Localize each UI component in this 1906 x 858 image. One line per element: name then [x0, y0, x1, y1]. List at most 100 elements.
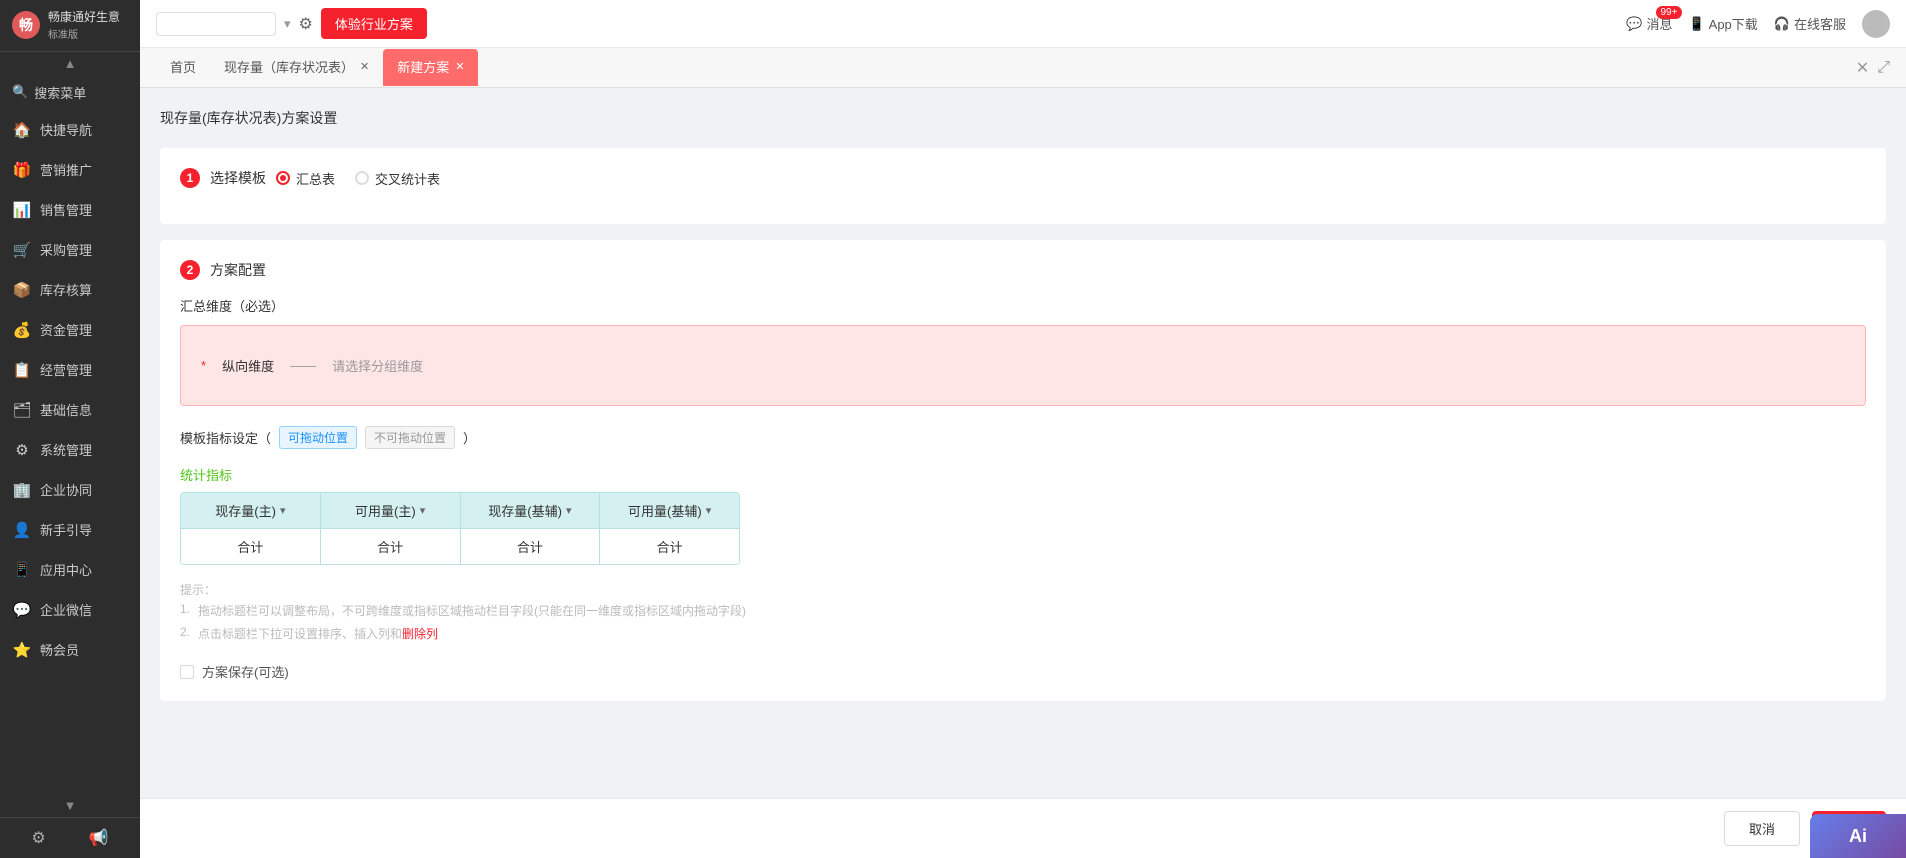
topbar-left: ▾ ⚙ 体验行业方案: [156, 8, 1616, 39]
sidebar-item-label: 资金管理: [40, 320, 92, 339]
radio-summary-dot: [276, 171, 290, 185]
step2-title: 方案配置: [210, 260, 266, 280]
dimension-area[interactable]: * 纵向维度 —— 请选择分组维度: [180, 325, 1866, 406]
mobile-icon: 📱: [12, 560, 32, 580]
cancel-button[interactable]: 取消: [1724, 811, 1800, 846]
sidebar-item-enterprise[interactable]: 🏢 企业协同: [0, 470, 140, 510]
summary-dimension-label: 汇总维度（必选）: [180, 296, 1866, 315]
user-icon: 👤: [12, 520, 32, 540]
template-radio-group: 汇总表 交叉统计表: [276, 169, 440, 188]
industry-btn[interactable]: 体验行业方案: [321, 8, 427, 39]
tab-inventory-status[interactable]: 现存量（库存状况表） ✕: [210, 49, 383, 86]
stats-section: 统计指标 现存量(主) ▾ 合计: [180, 465, 1866, 565]
tab-new-scheme-close-icon[interactable]: ✕: [455, 60, 464, 73]
sidebar-search[interactable]: 🔍 搜索菜单: [0, 75, 140, 110]
user-avatar[interactable]: [1862, 10, 1890, 38]
tab-inventory-close-icon[interactable]: ✕: [360, 60, 369, 73]
draggable-badge: 可拖动位置: [279, 426, 357, 449]
sidebar-item-label: 系统管理: [40, 440, 92, 459]
cart-icon: 🛒: [12, 240, 32, 260]
topbar-gear-icon[interactable]: ⚙: [299, 14, 313, 34]
app-label: App下载: [1709, 14, 1758, 33]
radio-summary[interactable]: 汇总表: [276, 169, 335, 188]
radio-crosstab[interactable]: 交叉统计表: [355, 169, 440, 188]
tab-inventory-status-label: 现存量（库存状况表）: [224, 57, 354, 76]
topbar-message[interactable]: 💬 消息 99+: [1626, 14, 1672, 33]
step2-card: 2 方案配置 汇总维度（必选） * 纵向维度 —— 请选择分组维度 模板指标设定…: [160, 240, 1886, 701]
step2-header: 2 方案配置: [180, 260, 1866, 280]
save-option: 方案保存(可选): [180, 662, 1866, 681]
topbar-right: 💬 消息 99+ 📱 App下载 🎧 在线客服: [1626, 10, 1890, 38]
topbar-online-service[interactable]: 🎧 在线客服: [1774, 14, 1846, 33]
tip-1: 1. 拖动标题栏可以调整布局，不可跨维度或指标区域拖动栏目字段(只能在同一维度或…: [180, 602, 1866, 619]
dropdown-icon[interactable]: ▾: [284, 16, 291, 32]
sidebar-item-label: 企业协同: [40, 480, 92, 499]
stats-col-1-label: 现存量(主): [215, 501, 276, 520]
step1-title: 选择模板: [210, 168, 266, 188]
sidebar-item-label: 库存核算: [40, 280, 92, 299]
save-checkbox[interactable]: [180, 665, 194, 679]
sidebar-item-wechat[interactable]: 💬 企业微信: [0, 590, 140, 630]
step1-badge: 1: [180, 168, 200, 188]
tips-section: 提示： 1. 拖动标题栏可以调整布局，不可跨维度或指标区域拖动栏目字段(只能在同…: [180, 581, 1866, 642]
logo-badge: 标准版: [48, 26, 120, 41]
sidebar-item-quick-nav[interactable]: 🏠 快捷导航: [0, 110, 140, 150]
indicator-config-label: 模板指标设定（ 可拖动位置 不可拖动位置 ）: [180, 426, 1866, 449]
indicator-config-prefix: 模板指标设定（: [180, 428, 271, 447]
sidebar-item-purchase[interactable]: 🛒 采购管理: [0, 230, 140, 270]
dimension-field-label: 纵向维度: [222, 356, 274, 375]
stats-col-3-dropdown[interactable]: ▾: [566, 504, 572, 517]
sidebar-item-member[interactable]: ⭐ 畅会员: [0, 630, 140, 670]
sidebar-item-basic-info[interactable]: 🗂 基础信息: [0, 390, 140, 430]
stats-col-2-header: 可用量(主) ▾: [321, 493, 460, 529]
stats-col-1-dropdown[interactable]: ▾: [280, 504, 286, 517]
tip-2-num: 2.: [180, 625, 190, 642]
summary-dimension-section: 汇总维度（必选） * 纵向维度 —— 请选择分组维度: [180, 296, 1866, 406]
stats-col-4-dropdown[interactable]: ▾: [706, 504, 712, 517]
dimension-required-mark: *: [201, 358, 206, 373]
logo-icon: 畅: [12, 11, 40, 39]
sidebar-item-newbie[interactable]: 👤 新手引导: [0, 510, 140, 550]
footer-bar: 取消 查询: [140, 798, 1906, 858]
sidebar-item-label: 快捷导航: [40, 120, 92, 139]
topbar-search-input[interactable]: [156, 12, 276, 36]
stats-col-1-body: 合计: [181, 529, 320, 564]
ai-button[interactable]: Ai: [1810, 814, 1906, 858]
settings-icon[interactable]: ⚙: [31, 828, 45, 848]
tip-1-num: 1.: [180, 602, 190, 619]
sidebar-item-label: 营销推广: [40, 160, 92, 179]
tabbar: 首页 现存量（库存状况表） ✕ 新建方案 ✕ ✕ ⤢: [140, 48, 1906, 88]
sidebar-item-marketing[interactable]: 🎁 营销推广: [0, 150, 140, 190]
speaker-icon[interactable]: 📢: [89, 828, 109, 848]
sidebar-item-operations[interactable]: 📋 经营管理: [0, 350, 140, 390]
stats-table: 现存量(主) ▾ 合计 可用量(主) ▾ 合计: [180, 492, 740, 565]
stats-col-2-dropdown[interactable]: ▾: [420, 504, 426, 517]
search-icon: 🔍: [12, 84, 28, 100]
clipboard-icon: 📋: [12, 360, 32, 380]
non-draggable-badge: 不可拖动位置: [365, 426, 455, 449]
tab-home[interactable]: 首页: [156, 49, 210, 86]
tab-expand-icon[interactable]: ⤢: [1877, 59, 1890, 77]
sidebar-scroll-down[interactable]: ▼: [0, 794, 140, 817]
tab-new-scheme[interactable]: 新建方案 ✕: [383, 49, 478, 86]
sidebar-search-label: 搜索菜单: [34, 83, 86, 102]
stats-title: 统计指标: [180, 465, 1866, 484]
sidebar-scroll-up[interactable]: ▲: [0, 52, 140, 75]
sidebar-item-inventory[interactable]: 📦 库存核算: [0, 270, 140, 310]
tab-close-panel-icon[interactable]: ✕: [1856, 58, 1869, 78]
dimension-placeholder: 请选择分组维度: [332, 356, 423, 375]
sidebar-item-label: 新手引导: [40, 520, 92, 539]
topbar-app-download[interactable]: 📱 App下载: [1688, 14, 1757, 33]
stats-col-2-body: 合计: [321, 529, 460, 564]
radio-crosstab-label: 交叉统计表: [375, 169, 440, 188]
sidebar-item-label: 畅会员: [40, 640, 79, 659]
stats-col-1: 现存量(主) ▾ 合计: [181, 493, 321, 564]
radio-crosstab-dot: [355, 171, 369, 185]
sidebar-item-sales[interactable]: 📊 销售管理: [0, 190, 140, 230]
sidebar-item-finance[interactable]: 💰 资金管理: [0, 310, 140, 350]
app-icon: 📱: [1688, 16, 1704, 32]
sidebar-logo: 畅 畅康通好生意 标准版: [0, 0, 140, 52]
tab-home-label: 首页: [170, 57, 196, 76]
sidebar-item-appstore[interactable]: 📱 应用中心: [0, 550, 140, 590]
sidebar-item-system[interactable]: ⚙ 系统管理: [0, 430, 140, 470]
